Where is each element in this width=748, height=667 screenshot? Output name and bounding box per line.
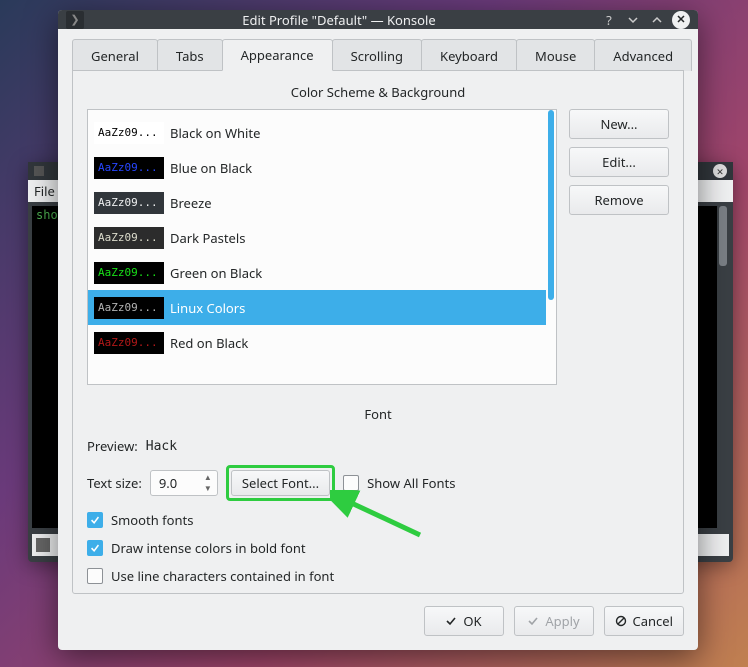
- tab-tabs[interactable]: Tabs: [157, 39, 223, 71]
- scheme-item[interactable]: AaZz09... Linux Colors: [88, 290, 546, 325]
- color-scheme-section-title: Color Scheme & Background: [87, 81, 669, 109]
- annotation-highlight-box: Select Font...: [226, 465, 335, 501]
- cancel-button-label: Cancel: [633, 612, 673, 630]
- scheme-item[interactable]: AaZz09... Black on White: [88, 115, 546, 150]
- cancel-button[interactable]: Cancel: [604, 606, 684, 636]
- scheme-preview-chip: AaZz09...: [94, 157, 164, 179]
- window-app-icon: [34, 166, 44, 176]
- tab-appearance[interactable]: Appearance: [222, 39, 333, 71]
- help-icon[interactable]: ?: [600, 11, 618, 29]
- tab-mouse[interactable]: Mouse: [516, 39, 595, 71]
- show-all-fonts-checkbox[interactable]: [343, 475, 359, 491]
- scheme-list-scrollbar[interactable]: [546, 110, 556, 384]
- scheme-item[interactable]: AaZz09... Dark Pastels: [88, 220, 546, 255]
- scheme-preview-chip: AaZz09...: [94, 192, 164, 214]
- line-chars-label: Use line characters contained in font: [111, 567, 334, 585]
- scheme-name-label: Linux Colors: [170, 299, 245, 317]
- dialog-titlebar: ❯ Edit Profile "Default" — Konsole ? ✕: [58, 10, 698, 29]
- color-scheme-list[interactable]: AaZz09...Black on Random LightAaZz09...B…: [87, 109, 557, 385]
- cancel-icon: [615, 615, 627, 627]
- close-icon[interactable]: ✕: [672, 11, 690, 29]
- titlebar-app-icon: ❯: [66, 11, 84, 29]
- new-scheme-button[interactable]: New...: [569, 109, 669, 139]
- text-size-value: 9.0: [159, 474, 177, 492]
- bold-intense-checkbox[interactable]: [87, 540, 103, 556]
- smooth-fonts-label: Smooth fonts: [111, 511, 193, 529]
- tab-page-appearance: Color Scheme & Background AaZz09...Black…: [72, 70, 684, 594]
- font-preview-label: Preview:: [87, 437, 138, 455]
- line-chars-checkbox[interactable]: [87, 568, 103, 584]
- font-section-title: Font: [87, 403, 669, 431]
- dialog-title: Edit Profile "Default" — Konsole: [84, 11, 594, 29]
- scheme-name-label: Green on Black: [170, 264, 262, 282]
- close-icon[interactable]: ✕: [713, 164, 727, 178]
- tab-bar: GeneralTabsAppearanceScrollingKeyboardMo…: [72, 39, 684, 71]
- apply-button-label: Apply: [545, 612, 579, 630]
- scheme-name-label: Dark Pastels: [170, 229, 245, 247]
- text-size-spinbox[interactable]: 9.0 ▲ ▼: [150, 470, 218, 496]
- scheme-preview-chip: AaZz09...: [94, 297, 164, 319]
- scheme-item[interactable]: AaZz09... Red on Black: [88, 325, 546, 360]
- scheme-name-label: Blue on Black: [170, 159, 252, 177]
- scheme-preview-chip: AaZz09...: [94, 262, 164, 284]
- apply-button[interactable]: Apply: [514, 606, 594, 636]
- menu-file[interactable]: File: [34, 182, 55, 200]
- check-icon: [445, 615, 457, 627]
- ok-button-label: OK: [463, 612, 481, 630]
- select-font-button[interactable]: Select Font...: [231, 470, 330, 496]
- text-size-label: Text size:: [87, 474, 142, 492]
- scheme-preview-chip: AaZz09...: [94, 122, 164, 144]
- tab-general[interactable]: General: [72, 39, 158, 71]
- scheme-preview-chip: AaZz09...: [94, 227, 164, 249]
- scheme-preview-chip: AaZz09...: [94, 332, 164, 354]
- chevron-down-icon[interactable]: ▼: [200, 483, 216, 494]
- scheme-item[interactable]: AaZz09... Green on Black: [88, 255, 546, 290]
- minimize-icon[interactable]: [624, 11, 642, 29]
- ok-button[interactable]: OK: [424, 606, 504, 636]
- edit-scheme-button[interactable]: Edit...: [569, 147, 669, 177]
- tab-advanced[interactable]: Advanced: [594, 39, 692, 71]
- maximize-icon[interactable]: [648, 11, 666, 29]
- tab-keyboard[interactable]: Keyboard: [421, 39, 517, 71]
- check-icon: [527, 615, 539, 627]
- scheme-name-label: Breeze: [170, 194, 212, 212]
- smooth-fonts-checkbox[interactable]: [87, 512, 103, 528]
- dialog-button-row: OK Apply Cancel: [58, 594, 698, 650]
- terminal-scrollbar[interactable]: [717, 206, 729, 528]
- font-preview-value: Hack: [146, 439, 177, 454]
- tab-scrolling[interactable]: Scrolling: [332, 39, 422, 71]
- tab-bar-icon: [36, 538, 50, 552]
- scheme-item[interactable]: AaZz09... Blue on Black: [88, 150, 546, 185]
- scheme-name-label: Red on Black: [170, 334, 248, 352]
- scheme-name-label: Black on White: [170, 124, 260, 142]
- bold-intense-label: Draw intense colors in bold font: [111, 539, 306, 557]
- edit-profile-dialog: ❯ Edit Profile "Default" — Konsole ? ✕ G…: [58, 10, 698, 650]
- chevron-up-icon[interactable]: ▲: [200, 472, 216, 483]
- remove-scheme-button[interactable]: Remove: [569, 185, 669, 215]
- show-all-fonts-label: Show All Fonts: [367, 474, 455, 492]
- scheme-item[interactable]: AaZz09... Breeze: [88, 185, 546, 220]
